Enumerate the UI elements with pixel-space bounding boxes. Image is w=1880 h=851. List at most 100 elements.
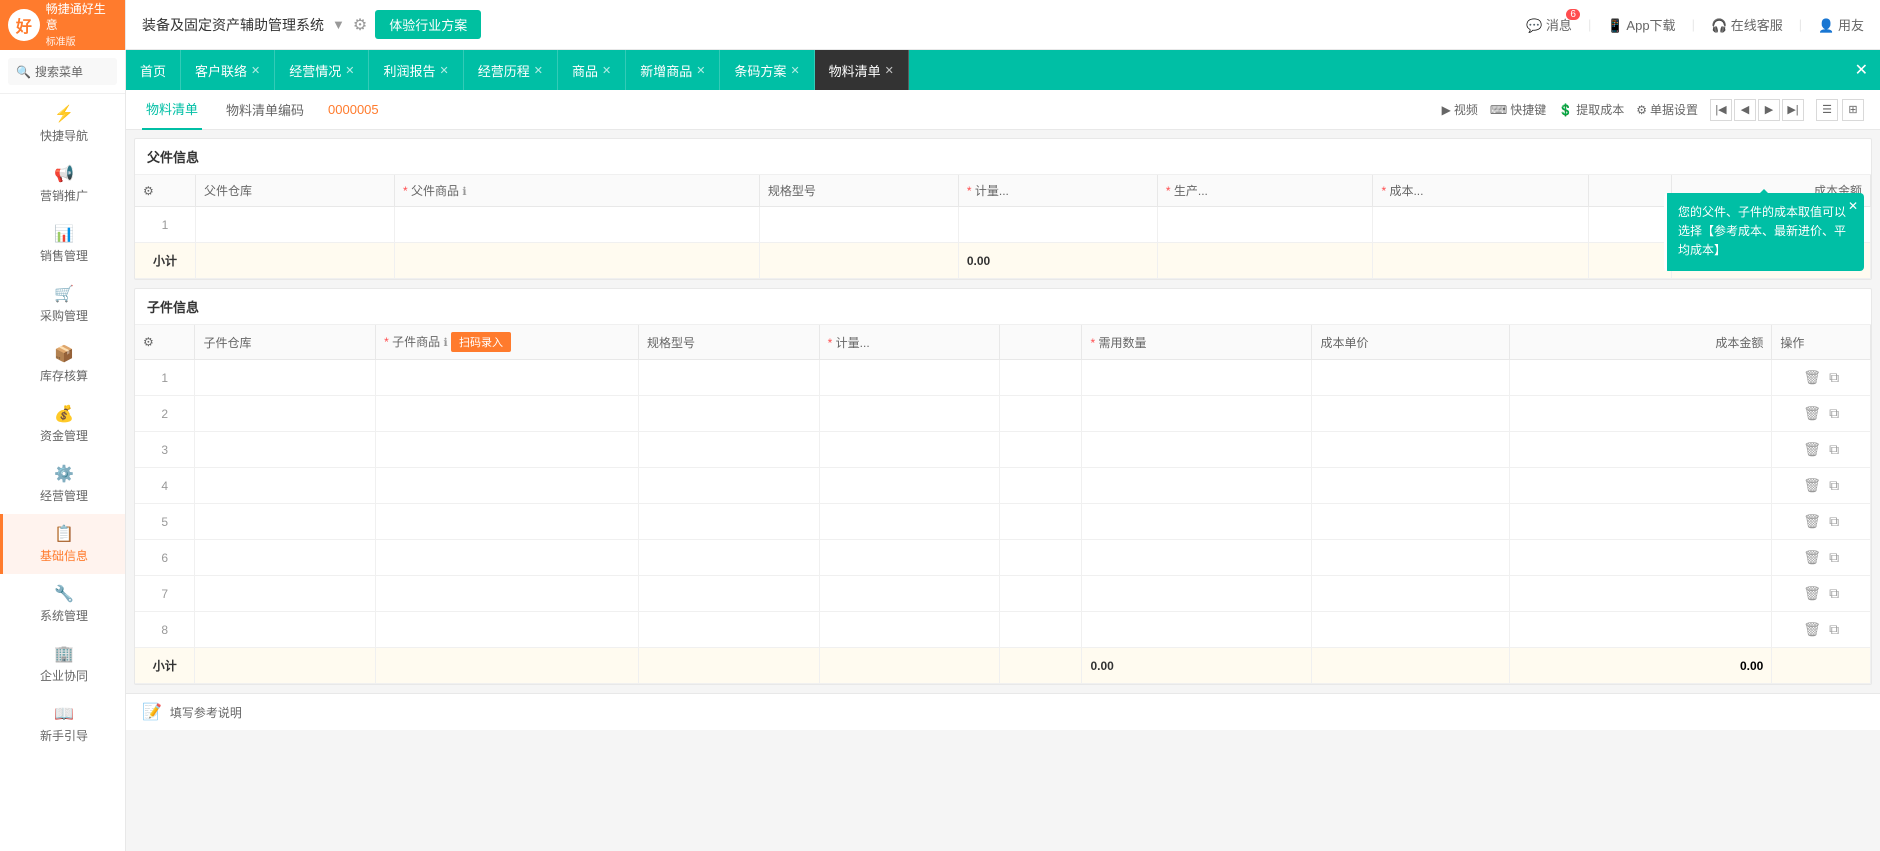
grid-view-button[interactable]: ⊞ <box>1842 99 1864 121</box>
parent-table-row: 1 <box>135 207 1871 243</box>
tab-add-goods[interactable]: 新增商品 ✕ <box>626 50 720 90</box>
delete-row-icon[interactable]: 🗑 <box>1803 549 1821 566</box>
sidebar-item-purchase[interactable]: 🛒 采购管理 <box>0 274 125 334</box>
copy-row-icon[interactable]: ⧉ <box>1829 441 1839 458</box>
tab-add-goods-close[interactable]: ✕ <box>696 64 705 77</box>
child-table-row: 3 🗑 ⧉ <box>135 432 1871 468</box>
sidebar-item-quick-nav[interactable]: ⚡ 快捷导航 <box>0 94 125 154</box>
copy-row-icon[interactable]: ⧉ <box>1829 405 1839 422</box>
view-video-button[interactable]: ▶ 视频 <box>1442 101 1478 118</box>
tab-profit-close[interactable]: ✕ <box>440 64 449 77</box>
parent-subtotal-label: 小计 <box>145 246 185 276</box>
copy-row-icon[interactable]: ⧉ <box>1829 369 1839 386</box>
tab-bom[interactable]: 物料清单 ✕ <box>815 50 909 90</box>
sidebar-item-system-label: 系统管理 <box>40 607 88 624</box>
delete-row-icon[interactable]: 🗑 <box>1803 513 1821 530</box>
tab-barcode-close[interactable]: ✕ <box>790 64 799 77</box>
nav-last-button[interactable]: ▶| <box>1782 99 1804 121</box>
tab-customer-close[interactable]: ✕ <box>251 64 260 77</box>
tab-home[interactable]: 首页 <box>126 50 181 90</box>
child-col-unit-cost: 成本单价 <box>1312 325 1509 360</box>
tab-ops-history-label: 经营历程 <box>478 61 530 80</box>
close-all-tabs-button[interactable]: ✕ <box>1843 60 1880 80</box>
logo-text: 畅捷通好生意 <box>46 2 117 33</box>
sales-icon: 📊 <box>54 224 74 244</box>
tab-ops-status-label: 经营情况 <box>289 61 341 80</box>
trial-button[interactable]: 体验行业方案 <box>375 10 481 39</box>
parent-section-title: 父件信息 <box>135 139 1871 175</box>
sidebar-item-guide[interactable]: 📖 新手引导 <box>0 694 125 754</box>
settings-icon: ⚙ <box>1636 103 1647 117</box>
sidebar-item-system[interactable]: 🔧 系统管理 <box>0 574 125 634</box>
list-view-button[interactable]: ☰ <box>1816 99 1838 121</box>
search-menu-button[interactable]: 🔍 搜索菜单 <box>8 58 117 85</box>
copy-row-icon[interactable]: ⧉ <box>1829 585 1839 602</box>
app-download-button[interactable]: 📱 App下载 <box>1607 15 1675 34</box>
sidebar-item-marketing[interactable]: 📢 营销推广 <box>0 154 125 214</box>
child-table-row: 4 🗑 ⧉ <box>135 468 1871 504</box>
sidebar-item-sales[interactable]: 📊 销售管理 <box>0 214 125 274</box>
child-table-row: 8 🗑 ⧉ <box>135 612 1871 648</box>
system-dropdown-icon[interactable]: ▼ <box>332 17 345 32</box>
tab-profit[interactable]: 利润报告 ✕ <box>369 50 463 90</box>
sidebar-item-inventory[interactable]: 📦 库存核算 <box>0 334 125 394</box>
tab-goods-close[interactable]: ✕ <box>602 64 611 77</box>
marketing-icon: 📢 <box>54 164 74 184</box>
logo-icon: 好 <box>8 9 40 41</box>
corp-icon: 🏢 <box>54 644 74 664</box>
copy-row-icon[interactable]: ⧉ <box>1829 477 1839 494</box>
tab-ops-history-close[interactable]: ✕ <box>534 64 543 77</box>
sidebar-item-sales-label: 销售管理 <box>40 247 88 264</box>
sidebar-item-corp[interactable]: 🏢 企业协同 <box>0 634 125 694</box>
tab-bom-close[interactable]: ✕ <box>885 64 894 77</box>
username-label: 用友 <box>1838 18 1864 33</box>
message-icon: 💬 <box>1526 18 1542 33</box>
tab-ops-status[interactable]: 经营情况 ✕ <box>275 50 369 90</box>
tab-barcode[interactable]: 条码方案 ✕ <box>720 50 814 90</box>
sub-header-tabs: 物料清单 物料清单编码 0000005 <box>142 90 379 130</box>
delete-row-icon[interactable]: 🗑 <box>1803 369 1821 386</box>
child-table-row: 6 🗑 ⧉ <box>135 540 1871 576</box>
nav-first-button[interactable]: |◀ <box>1710 99 1732 121</box>
sub-tab-bom-code[interactable]: 物料清单编码 <box>222 90 308 130</box>
tab-goods[interactable]: 商品 ✕ <box>558 50 626 90</box>
nav-prev-button[interactable]: ◀ <box>1734 99 1756 121</box>
sidebar-item-basic[interactable]: 📋 基础信息 <box>0 514 125 574</box>
parent-col-gear[interactable]: ⚙ <box>135 175 196 207</box>
topbar-left: 装备及固定资产辅助管理系统 ▼ ⚙ 体验行业方案 <box>142 10 481 39</box>
sidebar-item-ops[interactable]: ⚙️ 经营管理 <box>0 454 125 514</box>
extract-cost-button[interactable]: 💲 提取成本 <box>1558 101 1624 118</box>
tab-customer[interactable]: 客户联络 ✕ <box>181 50 275 90</box>
delete-row-icon[interactable]: 🗑 <box>1803 477 1821 494</box>
shortcut-button[interactable]: ⌨ 快捷键 <box>1490 101 1546 118</box>
tab-ops-history[interactable]: 经营历程 ✕ <box>464 50 558 90</box>
child-col-spec: 规格型号 <box>638 325 819 360</box>
doc-settings-button[interactable]: ⚙ 单据设置 <box>1636 101 1698 118</box>
nav-next-button[interactable]: ▶ <box>1758 99 1780 121</box>
sub-tab-bom-list[interactable]: 物料清单 <box>142 90 202 130</box>
tab-customer-label: 客户联络 <box>195 61 247 80</box>
user-avatar[interactable]: 👤 用友 <box>1818 15 1864 34</box>
copy-row-icon[interactable]: ⧉ <box>1829 513 1839 530</box>
headset-icon: 🎧 <box>1711 18 1727 33</box>
delete-row-icon[interactable]: 🗑 <box>1803 585 1821 602</box>
sub-header-actions: ▶ 视频 ⌨ 快捷键 💲 提取成本 ⚙ 单据设置 |◀ ◀ <box>1442 99 1864 121</box>
sidebar-item-corp-label: 企业协同 <box>40 667 88 684</box>
tooltip-close-button[interactable]: ✕ <box>1848 197 1858 216</box>
settings-gear-icon[interactable]: ⚙ <box>353 15 367 35</box>
sidebar-item-finance[interactable]: 💰 资金管理 <box>0 394 125 454</box>
copy-row-icon[interactable]: ⧉ <box>1829 621 1839 638</box>
online-service-button[interactable]: 🎧 在线客服 <box>1711 15 1783 34</box>
copy-row-icon[interactable]: ⧉ <box>1829 549 1839 566</box>
tab-ops-status-close[interactable]: ✕ <box>345 64 354 77</box>
delete-row-icon[interactable]: 🗑 <box>1803 441 1821 458</box>
child-table: ⚙ 子件仓库 * 子件商品 ℹ 扫码录入 规格型号 * 计量... * 需用数量… <box>135 325 1871 684</box>
child-col-gear[interactable]: ⚙ <box>135 325 195 360</box>
delete-row-icon[interactable]: 🗑 <box>1803 405 1821 422</box>
child-col-cost-amount: 成本金额 <box>1509 325 1772 360</box>
scan-input-button[interactable]: 扫码录入 <box>451 332 511 352</box>
delete-row-icon[interactable]: 🗑 <box>1803 621 1821 638</box>
message-button[interactable]: 💬 消息 6 <box>1526 15 1572 34</box>
sidebar-item-inventory-label: 库存核算 <box>40 367 88 384</box>
sidebar-nav: ⚡ 快捷导航 📢 营销推广 📊 销售管理 🛒 采购管理 📦 库存核算 💰 资金管… <box>0 94 125 754</box>
